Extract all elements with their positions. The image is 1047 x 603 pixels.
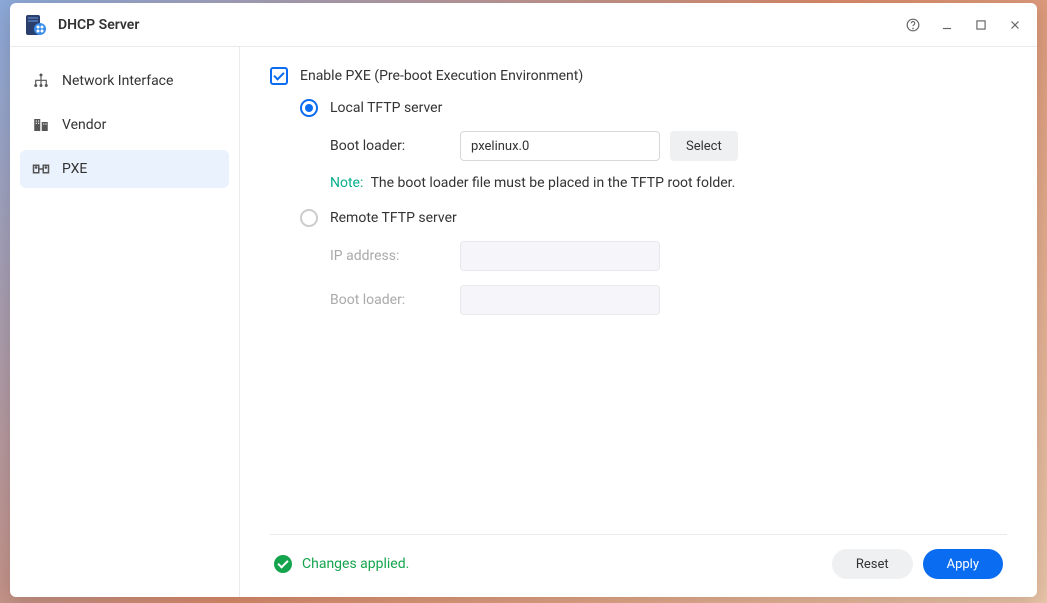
local-boot-loader-row: Boot loader: Select bbox=[270, 131, 1007, 161]
remote-boot-loader-row: Boot loader: bbox=[270, 285, 1007, 315]
remote-tftp-radio[interactable] bbox=[300, 209, 318, 227]
vendor-icon bbox=[32, 116, 50, 134]
pxe-icon bbox=[32, 160, 50, 178]
note-label: Note: bbox=[330, 175, 363, 191]
main-panel: Enable PXE (Pre-boot Execution Environme… bbox=[240, 47, 1037, 597]
success-icon bbox=[274, 555, 292, 573]
status-text: Changes applied. bbox=[302, 556, 409, 572]
help-button[interactable] bbox=[905, 17, 921, 33]
remote-ip-row: IP address: bbox=[270, 241, 1007, 271]
network-icon bbox=[32, 72, 50, 90]
app-icon bbox=[24, 13, 48, 37]
sidebar-item-label: Network Interface bbox=[62, 73, 173, 89]
remote-tftp-label: Remote TFTP server bbox=[330, 210, 457, 226]
enable-pxe-checkbox[interactable] bbox=[270, 67, 288, 85]
remote-boot-loader-input bbox=[460, 285, 660, 315]
local-tftp-row: Local TFTP server bbox=[270, 99, 1007, 117]
local-boot-loader-label: Boot loader: bbox=[330, 138, 460, 154]
enable-pxe-label: Enable PXE (Pre-boot Execution Environme… bbox=[300, 68, 583, 84]
close-button[interactable] bbox=[1007, 17, 1023, 33]
sidebar: Network Interface Vendor bbox=[10, 47, 240, 597]
sidebar-item-vendor[interactable]: Vendor bbox=[20, 106, 229, 144]
enable-pxe-row: Enable PXE (Pre-boot Execution Environme… bbox=[270, 67, 1007, 85]
local-boot-loader-input[interactable] bbox=[460, 131, 660, 161]
status: Changes applied. bbox=[274, 555, 822, 573]
note-row: Note: The boot loader file must be place… bbox=[270, 175, 1007, 191]
sidebar-item-label: Vendor bbox=[62, 117, 106, 133]
reset-button[interactable]: Reset bbox=[832, 549, 913, 579]
remote-boot-loader-label: Boot loader: bbox=[330, 292, 460, 308]
sidebar-item-pxe[interactable]: PXE bbox=[20, 150, 229, 188]
remote-ip-input bbox=[460, 241, 660, 271]
note-text: The boot loader file must be placed in t… bbox=[371, 175, 736, 191]
window-controls bbox=[905, 17, 1023, 33]
footer: Changes applied. Reset Apply bbox=[270, 534, 1007, 597]
window-body: Network Interface Vendor bbox=[10, 47, 1037, 597]
remote-ip-label: IP address: bbox=[330, 248, 460, 264]
maximize-button[interactable] bbox=[973, 17, 989, 33]
dhcp-server-window: DHCP Server bbox=[10, 3, 1037, 597]
content-area: Enable PXE (Pre-boot Execution Environme… bbox=[270, 67, 1007, 534]
select-button[interactable]: Select bbox=[670, 131, 738, 161]
apply-button[interactable]: Apply bbox=[923, 549, 1003, 579]
window-title: DHCP Server bbox=[58, 17, 905, 33]
local-tftp-label: Local TFTP server bbox=[330, 100, 442, 116]
local-tftp-radio[interactable] bbox=[300, 99, 318, 117]
titlebar: DHCP Server bbox=[10, 3, 1037, 47]
remote-tftp-row: Remote TFTP server bbox=[270, 209, 1007, 227]
sidebar-item-network-interface[interactable]: Network Interface bbox=[20, 62, 229, 100]
minimize-button[interactable] bbox=[939, 17, 955, 33]
sidebar-item-label: PXE bbox=[62, 161, 87, 177]
